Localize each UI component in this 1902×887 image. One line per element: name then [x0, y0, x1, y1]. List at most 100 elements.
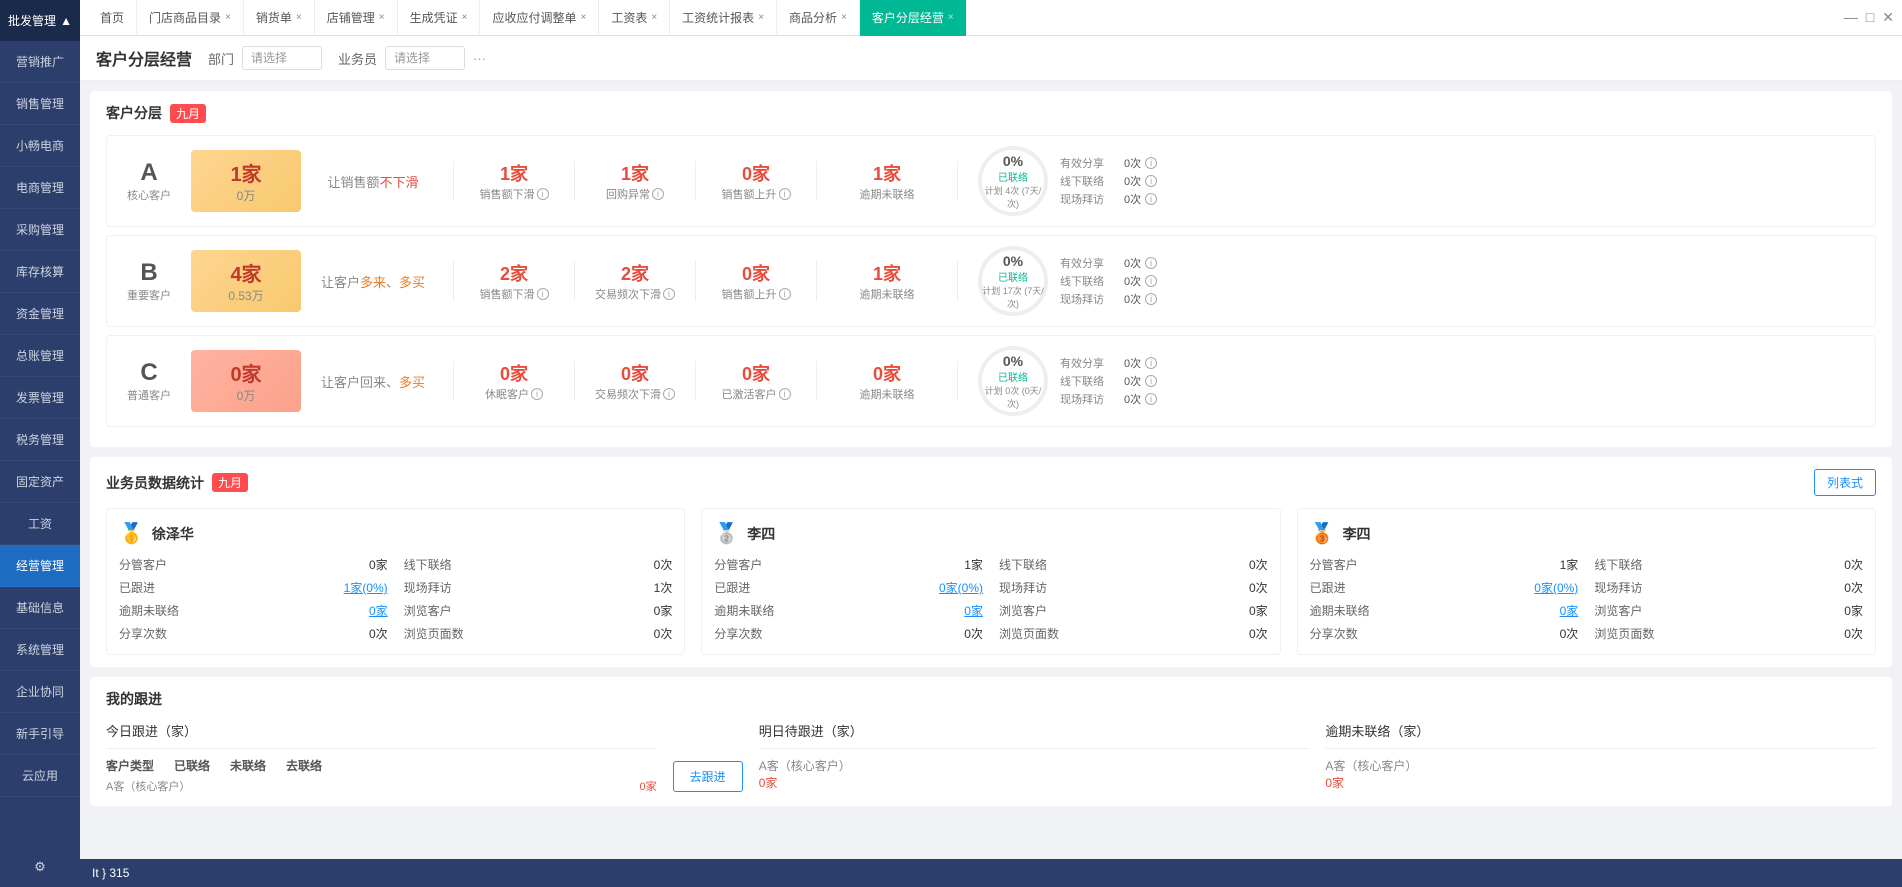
tab-客户分层经营[interactable]: 客户分层经营 ×: [860, 0, 967, 36]
overdue-contact-col: 逾期未联络（家） A客（核心客户） 0家: [1325, 721, 1876, 791]
staff-stat-row: 浏览页面数 0次: [404, 625, 673, 642]
follow-section: 我的跟进 今日跟进（家） 客户类型 已联络 未联络 去联络 A客（核心客户）: [90, 677, 1892, 806]
staff-filter: 业务员 请选择 ···: [338, 46, 486, 70]
follow-action-col: 去跟进: [673, 721, 743, 792]
tab-close-工资统计报表[interactable]: ×: [758, 12, 764, 23]
tab-close-icon[interactable]: ✕: [1882, 9, 1894, 26]
tab-销货单[interactable]: 销货单 ×: [244, 0, 315, 36]
staff-medal-1: 🥈: [714, 521, 739, 546]
sidebar-item-经营管理[interactable]: 经营管理: [0, 545, 80, 587]
tab-门店商品目录[interactable]: 门店商品目录 ×: [137, 0, 244, 36]
sidebar-item-系统管理[interactable]: 系统管理: [0, 629, 80, 671]
staff-stat-row: 分管客户 0家: [119, 556, 388, 573]
sidebar: 批发管理 ▲ 营销推广销售管理小畅电商电商管理采购管理库存核算资金管理总账管理发…: [0, 0, 80, 887]
go-follow-button[interactable]: 去跟进: [673, 761, 743, 792]
staff-stat-row: 线下联络 0次: [999, 556, 1268, 573]
status-text: It } 315: [92, 866, 129, 880]
tier-label-A: A 核心客户: [119, 159, 179, 203]
tab-close-门店商品目录[interactable]: ×: [225, 12, 231, 23]
sidebar-item-税务管理[interactable]: 税务管理: [0, 419, 80, 461]
sidebar-item-总账管理[interactable]: 总账管理: [0, 335, 80, 377]
tab-close-生成凭证[interactable]: ×: [462, 12, 468, 23]
tab-工资表[interactable]: 工资表 ×: [599, 0, 670, 36]
follow-section-title: 我的跟进: [106, 689, 162, 709]
sidebar-item-新手引导[interactable]: 新手引导: [0, 713, 80, 755]
staff-grid: 🥇 徐泽华 分管客户 0家 线下联络 0次 已跟进 1家(0%): [106, 508, 1876, 655]
staff-medal-0: 🥇: [119, 521, 144, 546]
staff-stat-row: 分享次数 0次: [714, 625, 983, 642]
sidebar-item-发票管理[interactable]: 发票管理: [0, 377, 80, 419]
tier-row-A: A 核心客户 1家 0万 让销售额不下滑 1家 销售额下滑 i 1家 回购异常 …: [106, 135, 1876, 227]
sidebar-item-基础信息[interactable]: 基础信息: [0, 587, 80, 629]
tomorrow-follow-col: 明日待跟进（家） A客（核心客户） 0家: [759, 721, 1310, 791]
staff-name-0: 徐泽华: [152, 524, 194, 544]
tab-close-客户分层经营[interactable]: ×: [948, 12, 954, 23]
tab-工资统计报表[interactable]: 工资统计报表 ×: [670, 0, 777, 36]
tier-right-stats-B: 有效分享0次 i线下联络0次 i现场拜访0次 i: [1060, 255, 1157, 307]
tier-right-stats-A: 有效分享0次 i线下联络0次 i现场拜访0次 i: [1060, 155, 1157, 207]
staff-stat-row: 分享次数 0次: [119, 625, 388, 642]
sidebar-header[interactable]: 批发管理 ▲: [0, 0, 80, 41]
stat-declining-A: 1家 销售额下滑 i: [474, 160, 554, 202]
tier-action-C: 让客户回来、多买: [313, 372, 433, 391]
tab-close-工资表[interactable]: ×: [651, 12, 657, 23]
tab-应收应付调整单[interactable]: 应收应付调整单 ×: [480, 0, 599, 36]
tab-minimize-icon[interactable]: —: [1844, 9, 1858, 26]
staff-stat-row: 浏览客户 0家: [999, 602, 1268, 619]
sidebar-item-电商管理[interactable]: 电商管理: [0, 167, 80, 209]
customer-section-title: 客户分层: [106, 103, 162, 123]
sidebar-item-采购管理[interactable]: 采购管理: [0, 209, 80, 251]
staff-stat-row: 分享次数 0次: [1310, 625, 1579, 642]
staff-stat-row: 分管客户 1家: [714, 556, 983, 573]
content-area: 客户分层经营 部门 请选择 业务员 请选择 ··· 客户分层 九月: [80, 36, 1902, 859]
tab-close-应收应付调整单[interactable]: ×: [580, 12, 586, 23]
sidebar-item-小畅电商[interactable]: 小畅电商: [0, 125, 80, 167]
sidebar-item-资金管理[interactable]: 资金管理: [0, 293, 80, 335]
staff-medal-2: 🥉: [1310, 521, 1335, 546]
sidebar-item-库存核算[interactable]: 库存核算: [0, 251, 80, 293]
staff-stats-2: 分管客户 1家 线下联络 0次 已跟进 0家(0%) 现场拜访 0次: [1310, 556, 1863, 642]
staff-header-0: 🥇 徐泽华: [119, 521, 672, 546]
page-title: 客户分层经营: [96, 46, 192, 70]
sidebar-item-云应用[interactable]: 云应用: [0, 755, 80, 797]
more-options-icon[interactable]: ···: [473, 51, 486, 66]
tier-overdue-A: 1家 逾期未联络: [837, 160, 937, 202]
tier-overdue-B: 1家 逾期未联络: [837, 260, 937, 302]
tab-actions: — □ ✕: [1844, 9, 1894, 26]
tab-close-销货单[interactable]: ×: [296, 12, 302, 23]
customer-month-badge: 九月: [170, 104, 206, 123]
sidebar-item-固定资产[interactable]: 固定资产: [0, 461, 80, 503]
dept-label: 部门: [208, 49, 234, 68]
tab-close-商品分析[interactable]: ×: [841, 12, 847, 23]
staff-list-view-button[interactable]: 列表式: [1814, 469, 1876, 496]
tomorrow-follow-label: 明日待跟进（家）: [759, 721, 1310, 740]
tab-店铺管理[interactable]: 店铺管理 ×: [315, 0, 398, 36]
staff-stat-row: 逾期未联络 0家: [119, 602, 388, 619]
staff-stat-row: 已跟进 1家(0%): [119, 579, 388, 596]
staff-stat-row: 逾期未联络 0家: [1310, 602, 1579, 619]
staff-section-header: 业务员数据统计 九月 列表式: [106, 469, 1876, 496]
staff-header-2: 🥉 李四: [1310, 521, 1863, 546]
stat-abnormal-C: 0家 交易频次下滑 i: [595, 360, 675, 402]
staff-section-title: 业务员数据统计: [106, 473, 204, 493]
tab-商品分析[interactable]: 商品分析 ×: [777, 0, 860, 36]
sidebar-item-企业协同[interactable]: 企业协同: [0, 671, 80, 713]
tab-首页[interactable]: 首页: [88, 0, 137, 36]
sidebar-gear-icon[interactable]: ⚙: [0, 847, 80, 887]
staff-card-2: 🥉 李四 分管客户 1家 线下联络 0次 已跟进 0家(0%): [1297, 508, 1876, 655]
main-area: 首页门店商品目录 ×销货单 ×店铺管理 ×生成凭证 ×应收应付调整单 ×工资表 …: [80, 0, 1902, 887]
dept-select[interactable]: 请选择: [242, 46, 322, 70]
staff-card-1: 🥈 李四 分管客户 1家 线下联络 0次 已跟进 0家(0%): [701, 508, 1280, 655]
tab-restore-icon[interactable]: □: [1866, 9, 1874, 26]
staff-select[interactable]: 请选择: [385, 46, 465, 70]
sidebar-item-营销推广[interactable]: 营销推广: [0, 41, 80, 83]
sidebar-item-销售管理[interactable]: 销售管理: [0, 83, 80, 125]
tab-生成凭证[interactable]: 生成凭证 ×: [398, 0, 481, 36]
staff-card-0: 🥇 徐泽华 分管客户 0家 线下联络 0次 已跟进 1家(0%): [106, 508, 685, 655]
staff-label: 业务员: [338, 49, 377, 68]
tab-close-店铺管理[interactable]: ×: [379, 12, 385, 23]
sidebar-collapse-icon[interactable]: ▲: [60, 14, 72, 28]
customer-section-header: 客户分层 九月: [106, 103, 1876, 123]
staff-month-badge: 九月: [212, 473, 248, 492]
sidebar-item-工资[interactable]: 工资: [0, 503, 80, 545]
